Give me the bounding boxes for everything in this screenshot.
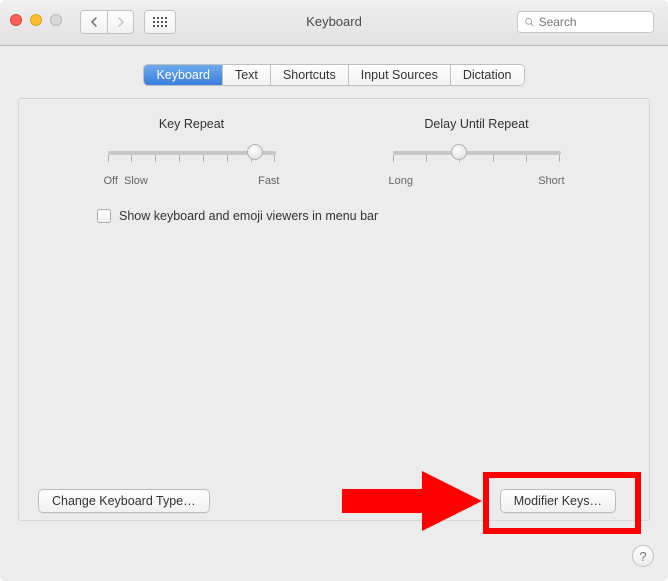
delay-repeat-block: Delay Until Repeat Long Short [387, 117, 567, 187]
back-button[interactable] [80, 10, 107, 34]
search-icon [524, 16, 535, 28]
slider-ticks [393, 155, 561, 163]
label-short: Short [538, 175, 564, 187]
prefs-window: Keyboard Keyboard Text Shortcuts Input S… [0, 0, 668, 581]
chevron-left-icon [90, 17, 98, 27]
slider-knob[interactable] [247, 144, 263, 160]
label-off: Off [104, 175, 118, 187]
tab-bar: Keyboard Text Shortcuts Input Sources Di… [143, 64, 524, 86]
zoom-window-button [50, 14, 62, 26]
grid-icon [153, 17, 167, 27]
key-repeat-title: Key Repeat [102, 117, 282, 131]
label-fast: Fast [258, 175, 279, 187]
chevron-right-icon [117, 17, 125, 27]
content-area: Keyboard Text Shortcuts Input Sources Di… [0, 46, 668, 581]
sliders-row: Key Repeat Off Slow Fast [19, 99, 649, 187]
tab-keyboard[interactable]: Keyboard [144, 65, 223, 85]
delay-repeat-title: Delay Until Repeat [387, 117, 567, 131]
traffic-lights [10, 14, 62, 26]
tab-text[interactable]: Text [223, 65, 271, 85]
tab-shortcuts[interactable]: Shortcuts [271, 65, 349, 85]
delay-repeat-slider[interactable] [387, 141, 567, 175]
label-slow: Slow [118, 175, 258, 187]
nav-buttons [80, 10, 134, 34]
label-long: Long [389, 175, 413, 187]
keyboard-panel: Key Repeat Off Slow Fast [18, 98, 650, 521]
forward-button[interactable] [107, 10, 134, 34]
minimize-window-button[interactable] [30, 14, 42, 26]
slider-labels: Long Short [387, 175, 567, 187]
show-viewers-label: Show keyboard and emoji viewers in menu … [119, 209, 378, 223]
modifier-keys-button[interactable]: Modifier Keys… [500, 489, 616, 513]
search-input[interactable] [539, 15, 647, 29]
key-repeat-slider[interactable] [102, 141, 282, 175]
tab-input-sources[interactable]: Input Sources [349, 65, 451, 85]
show-all-button[interactable] [144, 10, 176, 34]
close-window-button[interactable] [10, 14, 22, 26]
show-viewers-checkbox[interactable] [97, 209, 111, 223]
key-repeat-block: Key Repeat Off Slow Fast [102, 117, 282, 187]
change-keyboard-type-button[interactable]: Change Keyboard Type… [38, 489, 210, 513]
show-viewers-row: Show keyboard and emoji viewers in menu … [97, 209, 649, 223]
tab-dictation[interactable]: Dictation [451, 65, 524, 85]
help-button[interactable]: ? [632, 545, 654, 567]
slider-knob[interactable] [451, 144, 467, 160]
slider-labels: Off Slow Fast [102, 175, 282, 187]
search-field[interactable] [517, 11, 654, 33]
titlebar: Keyboard [0, 0, 668, 46]
